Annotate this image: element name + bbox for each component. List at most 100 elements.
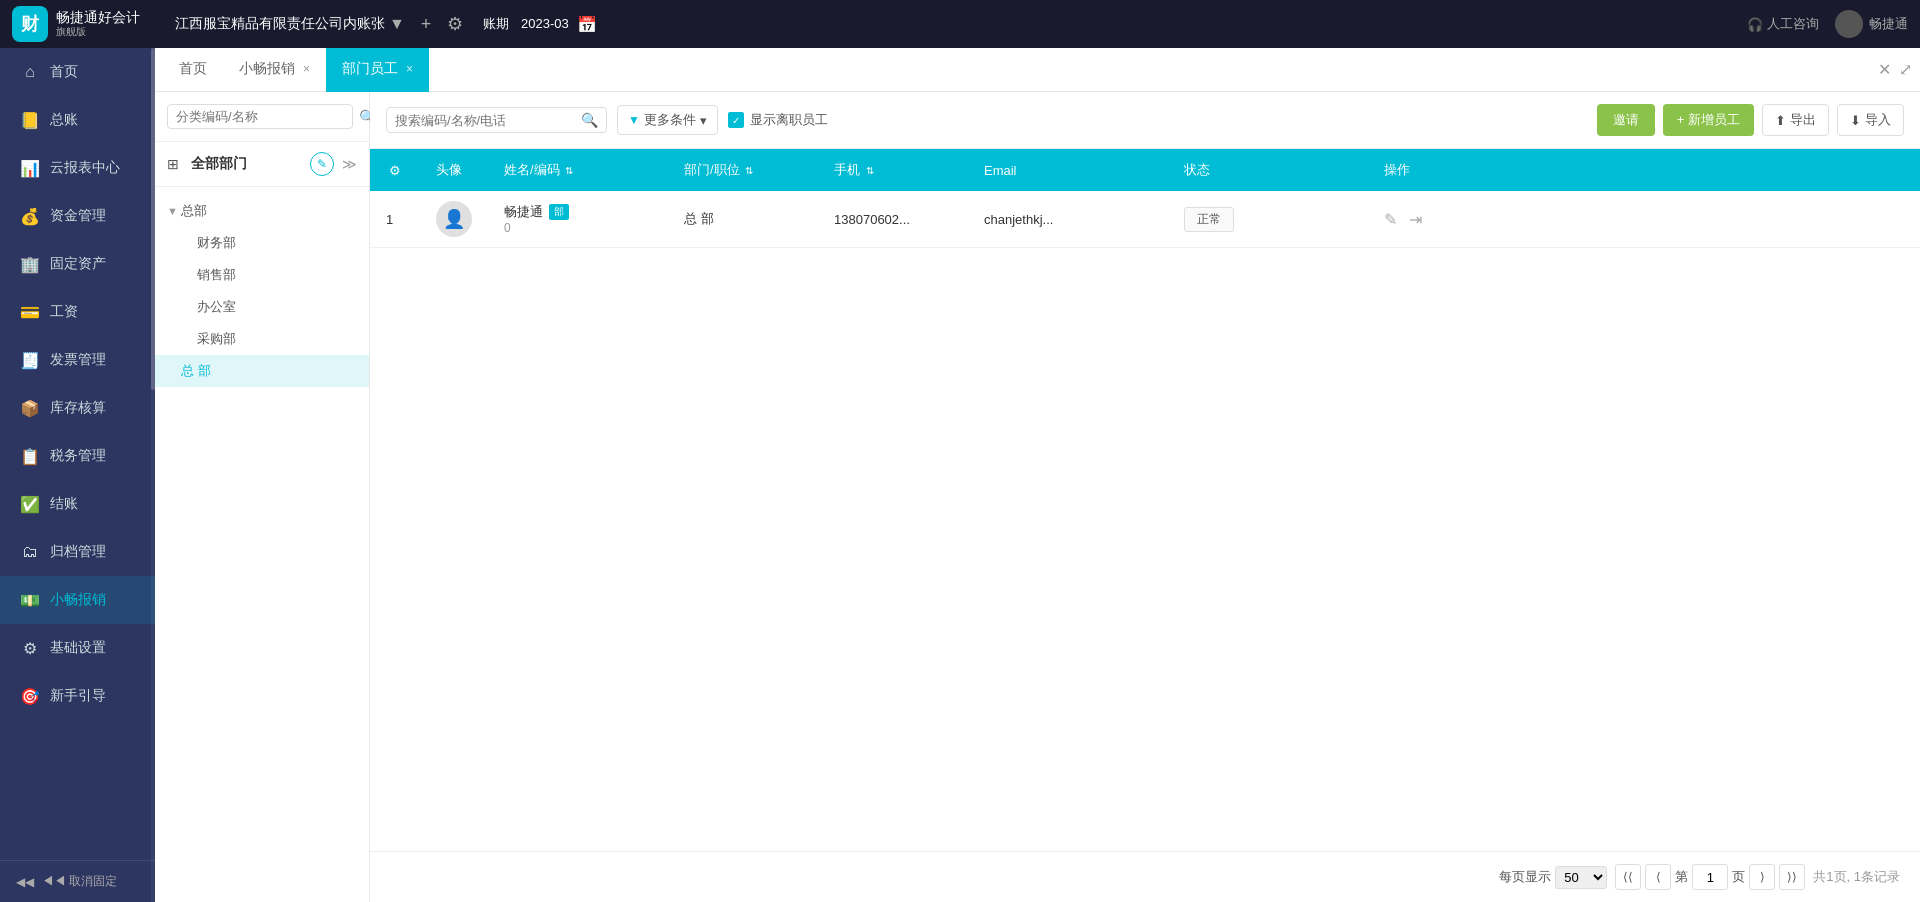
- settlement-icon: ✅: [20, 494, 40, 514]
- invoice-icon: 🧾: [20, 350, 40, 370]
- sidebar: ⌂ 首页 📒 总账 📊 云报表中心 💰 资金管理 🏢 固定资产 💳 工资 🧾 发…: [0, 48, 155, 902]
- sidebar-item-archive[interactable]: 🗂 归档管理: [0, 528, 155, 576]
- tab-department-close[interactable]: ×: [406, 62, 413, 76]
- sidebar-item-assets[interactable]: 🏢 固定资产: [0, 240, 155, 288]
- sidebar-item-home[interactable]: ⌂ 首页: [0, 48, 155, 96]
- sidebar-item-reports[interactable]: 📊 云报表中心: [0, 144, 155, 192]
- sidebar-item-settings[interactable]: ⚙ 基础设置: [0, 624, 155, 672]
- edit-icon[interactable]: ✎: [1384, 210, 1397, 229]
- sidebar-item-funds[interactable]: 💰 资金管理: [0, 192, 155, 240]
- dept-panel: 🔍 ⊞ 全部部门 ✎ ≫ ▼ 总部 财务部: [155, 92, 370, 902]
- col-name-code[interactable]: 姓名/编码 ⇅: [488, 149, 668, 191]
- calendar-icon[interactable]: 📅: [577, 15, 597, 34]
- logout-icon[interactable]: ⇥: [1409, 210, 1422, 229]
- tab-bar: 首页 小畅报销 × 部门员工 × ✕ ⤢: [155, 48, 1920, 92]
- row-status: 正常: [1168, 191, 1368, 248]
- invite-button[interactable]: 邀请: [1597, 104, 1655, 136]
- guide-icon: 🎯: [20, 686, 40, 706]
- tab-expense-close[interactable]: ×: [303, 62, 310, 76]
- employee-data-table: ⚙ 头像 姓名/编码 ⇅ 部门/职位 ⇅: [370, 149, 1920, 248]
- tab-close-all-icon[interactable]: ✕: [1878, 60, 1891, 79]
- page-size-area: 每页显示 50 10 20 100: [1499, 866, 1607, 889]
- export-button[interactable]: ⬆ 导出: [1762, 104, 1829, 136]
- show-resigned-toggle[interactable]: ✓ 显示离职员工: [728, 111, 828, 129]
- dept-tree: ▼ 总部 财务部 销售部 办公室: [155, 187, 369, 902]
- dept-node-hq[interactable]: ▼ 总部: [155, 195, 369, 227]
- dept-node-sales[interactable]: 销售部: [155, 259, 369, 291]
- sidebar-item-invoice[interactable]: 🧾 发票管理: [0, 336, 155, 384]
- service-button[interactable]: 🎧 人工咨询: [1747, 15, 1819, 33]
- tab-expand-icon[interactable]: ⤢: [1899, 60, 1912, 79]
- sidebar-item-inventory[interactable]: 📦 库存核算: [0, 384, 155, 432]
- add-employee-button[interactable]: + 新增员工: [1663, 104, 1754, 136]
- col-phone[interactable]: 手机 ⇅: [818, 149, 968, 191]
- per-page-select[interactable]: 50 10 20 100: [1555, 866, 1607, 889]
- sort-arrows-dept: ⇅: [745, 165, 753, 176]
- dept-edit-button[interactable]: ✎: [310, 152, 334, 176]
- period-label: 账期 2023-03: [479, 15, 572, 33]
- unpin-button[interactable]: ◀◀ ◀◀ 取消固定: [0, 860, 155, 902]
- sidebar-item-salary[interactable]: 💳 工资: [0, 288, 155, 336]
- sidebar-item-guide[interactable]: 🎯 新手引导: [0, 672, 155, 720]
- expand-icon: ▼: [167, 205, 181, 217]
- dept-node-label: 总 部: [181, 362, 357, 380]
- dept-collapse-icon[interactable]: ≫: [342, 156, 357, 172]
- import-icon: ⬇: [1850, 113, 1861, 128]
- company-dropdown[interactable]: ▼: [389, 15, 405, 33]
- last-page-button[interactable]: ⟩⟩: [1779, 864, 1805, 890]
- funds-icon: 💰: [20, 206, 40, 226]
- sidebar-scrollbar[interactable]: [151, 48, 155, 902]
- sidebar-item-tax[interactable]: 📋 税务管理: [0, 432, 155, 480]
- col-dept-position[interactable]: 部门/职位 ⇅: [668, 149, 818, 191]
- employee-search-box: 🔍: [386, 107, 607, 133]
- first-page-button[interactable]: ⟨⟨: [1615, 864, 1641, 890]
- dept-node-finance[interactable]: 财务部: [155, 227, 369, 259]
- app-logo: 财: [12, 6, 48, 42]
- home-icon: ⌂: [20, 62, 40, 82]
- employee-search-input[interactable]: [395, 113, 575, 128]
- dept-node-purchase[interactable]: 采购部: [155, 323, 369, 355]
- unpin-icon: ◀◀: [16, 875, 34, 889]
- dept-node-general[interactable]: 总 部: [155, 355, 369, 387]
- import-button[interactable]: ⬇ 导入: [1837, 104, 1904, 136]
- dept-search-input[interactable]: [167, 104, 353, 129]
- table-header: ⚙ 头像 姓名/编码 ⇅ 部门/职位 ⇅: [370, 149, 1920, 191]
- action-icons: ✎ ⇥: [1384, 210, 1904, 229]
- app-subtext: 旗舰版: [56, 25, 140, 39]
- sidebar-item-settlement[interactable]: ✅ 结账: [0, 480, 155, 528]
- col-actions: 操作: [1368, 149, 1920, 191]
- sidebar-item-label: 库存核算: [50, 399, 106, 417]
- user-area[interactable]: 畅捷通: [1835, 10, 1908, 38]
- tab-expense[interactable]: 小畅报销 ×: [223, 48, 326, 92]
- next-page-button[interactable]: ⟩: [1749, 864, 1775, 890]
- top-header: 财 畅捷通好会计 旗舰版 江西服宝精品有限责任公司内账张 ▼ + ⚙ 账期 20…: [0, 0, 1920, 48]
- sidebar-item-ledger[interactable]: 📒 总账: [0, 96, 155, 144]
- header-right: 🎧 人工咨询 畅捷通: [1747, 10, 1908, 38]
- col-name-code-label: 姓名/编码: [504, 162, 560, 177]
- filter-dropdown-icon: ▾: [700, 113, 707, 128]
- prev-page-button[interactable]: ⟨: [1645, 864, 1671, 890]
- row-avatar: 👤: [420, 191, 488, 248]
- sidebar-item-expense[interactable]: 💵 小畅报销: [0, 576, 155, 624]
- filter-button[interactable]: ▼ 更多条件 ▾: [617, 105, 718, 135]
- dept-node-office[interactable]: 办公室: [155, 291, 369, 323]
- col-settings[interactable]: ⚙: [370, 149, 420, 191]
- page-input[interactable]: [1692, 864, 1728, 890]
- employee-table: ⚙ 头像 姓名/编码 ⇅ 部门/职位 ⇅: [370, 149, 1920, 851]
- employee-name-text: 畅捷通: [504, 203, 543, 221]
- tab-department[interactable]: 部门员工 ×: [326, 48, 429, 92]
- dept-node-label: 采购部: [197, 330, 357, 348]
- app-name: 畅捷通好会计: [56, 9, 140, 26]
- add-company-button[interactable]: +: [421, 14, 432, 35]
- export-label: 导出: [1790, 111, 1816, 129]
- dept-badge: 部: [549, 204, 569, 220]
- employee-search-icon[interactable]: 🔍: [581, 112, 598, 128]
- tab-home[interactable]: 首页: [163, 48, 223, 92]
- settings-icon[interactable]: ⚙: [447, 13, 463, 35]
- show-resigned-checkbox[interactable]: ✓: [728, 112, 744, 128]
- import-label: 导入: [1865, 111, 1891, 129]
- employee-avatar: 👤: [436, 201, 472, 237]
- status-badge: 正常: [1184, 207, 1234, 232]
- assets-icon: 🏢: [20, 254, 40, 274]
- tab-home-label: 首页: [179, 60, 207, 78]
